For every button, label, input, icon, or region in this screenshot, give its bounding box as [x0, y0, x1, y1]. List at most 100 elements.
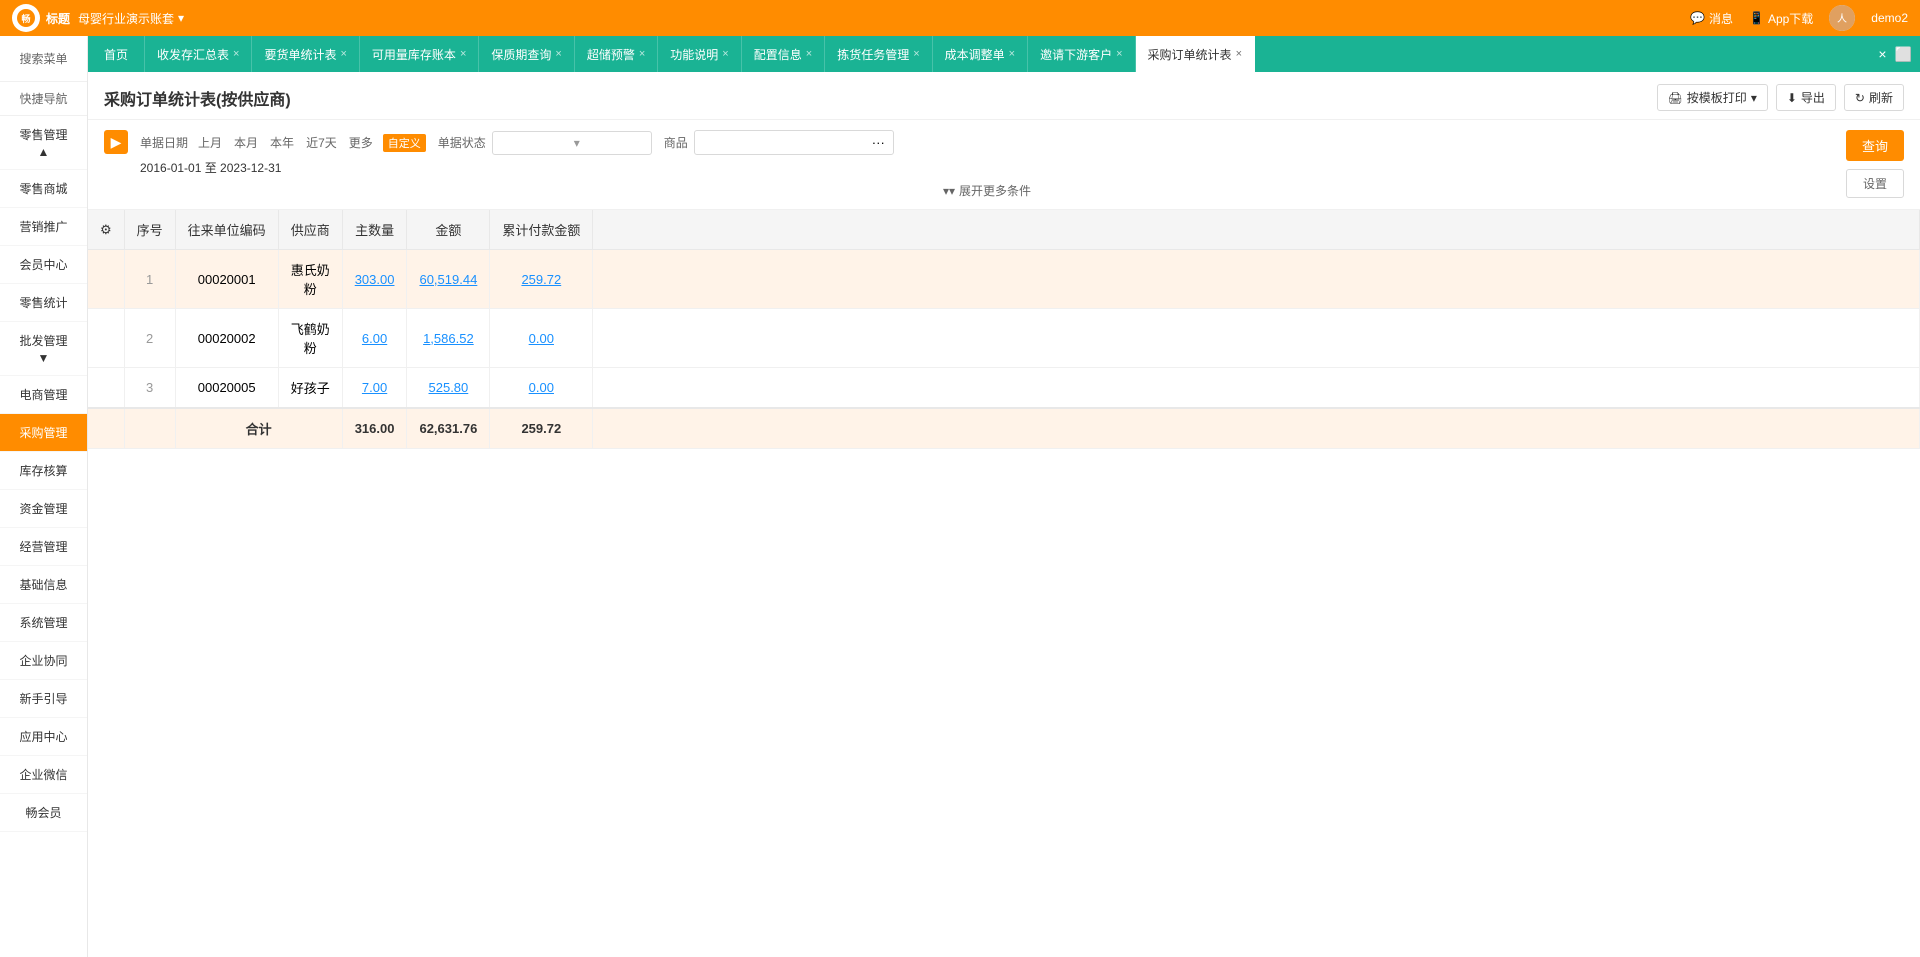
shortcut-this-year[interactable]: 本年 — [266, 132, 298, 153]
th-settings[interactable]: ⚙ — [88, 210, 124, 250]
sidebar-item-app-center[interactable]: 应用中心 — [0, 718, 87, 756]
tab-close-icon[interactable]: × — [460, 48, 466, 60]
tab-close-icon[interactable]: × — [340, 48, 346, 60]
tab-goods-stats[interactable]: 要货单统计表 × — [252, 36, 359, 72]
sidebar-item-marketing[interactable]: 营销推广 — [0, 208, 87, 246]
sidebar-item-basic[interactable]: 基础信息 — [0, 566, 87, 604]
filter-row-1: 单据日期 上月 本月 本年 近7天 更多 自定义 — [140, 130, 1834, 155]
filter-toggle-button[interactable]: ▶ — [104, 130, 128, 154]
svg-text:畅: 畅 — [21, 13, 30, 24]
sidebar-item-ops[interactable]: 经营管理 — [0, 528, 87, 566]
tab-close-icon[interactable]: × — [1236, 48, 1242, 60]
goods-label: 商品 — [664, 134, 688, 151]
paid-link[interactable]: 0.00 — [529, 331, 554, 346]
sidebar-item-finance[interactable]: 资金管理 — [0, 490, 87, 528]
paid-link[interactable]: 0.00 — [529, 380, 554, 395]
td-supplier: 好孩子 — [278, 368, 342, 409]
sidebar-item-purchase[interactable]: 采购管理 — [0, 414, 87, 452]
td-extra — [593, 368, 1920, 409]
shortcut-last-month[interactable]: 上月 — [194, 132, 226, 153]
sidebar-item-enterprise-collab[interactable]: 企业协同 — [0, 642, 87, 680]
sidebar-item-ecommerce[interactable]: 电商管理 — [0, 376, 87, 414]
tab-close-icon[interactable]: × — [233, 48, 239, 60]
sidebar-item-vip[interactable]: 畅会员 — [0, 794, 87, 832]
sidebar-item-new-guide[interactable]: 新手引导 — [0, 680, 87, 718]
shortcut-7days[interactable]: 近7天 — [302, 132, 341, 153]
maximize-button[interactable]: ⬜ — [1895, 46, 1912, 63]
status-label: 单据状态 — [438, 134, 486, 151]
sidebar-item-member[interactable]: 会员中心 — [0, 246, 87, 284]
svg-text:人: 人 — [1837, 13, 1847, 25]
qty-link[interactable]: 303.00 — [355, 272, 395, 287]
tab-home[interactable]: 首页 — [88, 36, 145, 72]
sidebar-item-retail-mall[interactable]: 零售商城 — [0, 170, 87, 208]
sidebar-item-retail-mgmt[interactable]: 零售管理 ▲ — [0, 116, 87, 170]
td-seq: 2 — [124, 309, 175, 368]
sidebar-item-retail-stats[interactable]: 零售统计 — [0, 284, 87, 322]
tab-close-icon[interactable]: × — [913, 48, 919, 60]
query-button[interactable]: 查询 — [1846, 130, 1904, 161]
paid-link[interactable]: 259.72 — [521, 272, 561, 287]
td-qty: 7.00 — [342, 368, 407, 409]
tab-overstock[interactable]: 超储预警 × — [575, 36, 658, 72]
tab-close-icon[interactable]: × — [555, 48, 561, 60]
nav-tabs-end: × ⬜ — [1870, 36, 1920, 72]
tab-label: 保质期查询 — [491, 46, 551, 63]
logo-text: 标题 — [46, 10, 70, 27]
tab-invite[interactable]: 邀请下游客户 × — [1028, 36, 1135, 72]
sidebar-item-enterprise-wechat[interactable]: 企业微信 — [0, 756, 87, 794]
avatar[interactable]: 人 — [1829, 5, 1855, 31]
amount-link[interactable]: 525.80 — [429, 380, 469, 395]
tab-close-icon[interactable]: × — [1116, 48, 1122, 60]
nav-tabs: 首页 收发存汇总表 × 要货单统计表 × 可用量库存账本 × 保质期查询 × 超… — [88, 36, 1920, 72]
sidebar-item-inventory[interactable]: 库存核算 — [0, 452, 87, 490]
tab-func-desc[interactable]: 功能说明 × — [658, 36, 741, 72]
goods-input[interactable] — [703, 136, 868, 150]
workspace-selector[interactable]: 母婴行业演示账套 ▾ — [78, 10, 184, 27]
qty-link[interactable]: 6.00 — [362, 331, 387, 346]
td-qty: 303.00 — [342, 250, 407, 309]
tab-close-icon[interactable]: × — [722, 48, 728, 60]
qty-link[interactable]: 7.00 — [362, 380, 387, 395]
tab-pick-task[interactable]: 拣货任务管理 × — [825, 36, 932, 72]
settings-button[interactable]: 设置 — [1846, 169, 1904, 198]
export-button[interactable]: ⬇ 导出 — [1776, 84, 1836, 111]
sidebar-item-label: 应用中心 — [19, 728, 67, 745]
amount-link[interactable]: 60,519.44 — [419, 272, 477, 287]
refresh-button[interactable]: ↻ 刷新 — [1844, 84, 1904, 111]
quick-nav-button[interactable]: 快捷导航 — [0, 82, 87, 116]
tab-label: 首页 — [104, 46, 128, 63]
goods-filter-group: 商品 ··· — [664, 130, 894, 155]
th-unit-code: 往来单位编码 — [175, 210, 278, 250]
tab-cost-adjust[interactable]: 成本调整单 × — [933, 36, 1028, 72]
tab-close-icon[interactable]: × — [806, 48, 812, 60]
sidebar-item-label: 企业微信 — [19, 766, 67, 783]
tab-inventory-ledger[interactable]: 可用量库存账本 × — [360, 36, 479, 72]
app-download-button[interactable]: 📱 App下载 — [1749, 10, 1813, 27]
shortcut-more[interactable]: 更多 — [345, 132, 377, 153]
tab-config[interactable]: 配置信息 × — [742, 36, 825, 72]
search-menu-button[interactable]: 搜索菜单 — [6, 46, 81, 71]
sidebar-item-sys[interactable]: 系统管理 — [0, 604, 87, 642]
tab-expiry[interactable]: 保质期查询 × — [479, 36, 574, 72]
close-all-tabs-button[interactable]: × — [1878, 46, 1886, 62]
date-range-display: 2016-01-01 至 2023-12-31 — [140, 159, 1834, 176]
th-supplier: 供应商 — [278, 210, 342, 250]
logo-icon: 畅 — [12, 4, 40, 32]
amount-link[interactable]: 1,586.52 — [423, 331, 474, 346]
expand-more-button[interactable]: ▾▾ 展开更多条件 — [943, 182, 1031, 199]
template-print-button[interactable]: 🖨 按模板打印 ▾ — [1657, 84, 1768, 111]
tab-label: 超储预警 — [587, 46, 635, 63]
print-icon: 🖨 — [1668, 91, 1683, 105]
tab-close-icon[interactable]: × — [639, 48, 645, 60]
sidebar-item-wholesale[interactable]: 批发管理 ▼ — [0, 322, 87, 376]
tab-purchase-stats[interactable]: 采购订单统计表 × — [1136, 36, 1255, 72]
username-label[interactable]: demo2 — [1871, 11, 1908, 25]
tab-close-icon[interactable]: × — [1009, 48, 1015, 60]
status-select[interactable]: ▾ — [492, 131, 652, 155]
shortcut-this-month[interactable]: 本月 — [230, 132, 262, 153]
tab-collect-pay[interactable]: 收发存汇总表 × — [145, 36, 252, 72]
more-icon[interactable]: ··· — [872, 135, 885, 150]
sidebar-item-label: 零售统计 — [19, 294, 67, 311]
message-button[interactable]: 💬 消息 — [1690, 10, 1733, 27]
